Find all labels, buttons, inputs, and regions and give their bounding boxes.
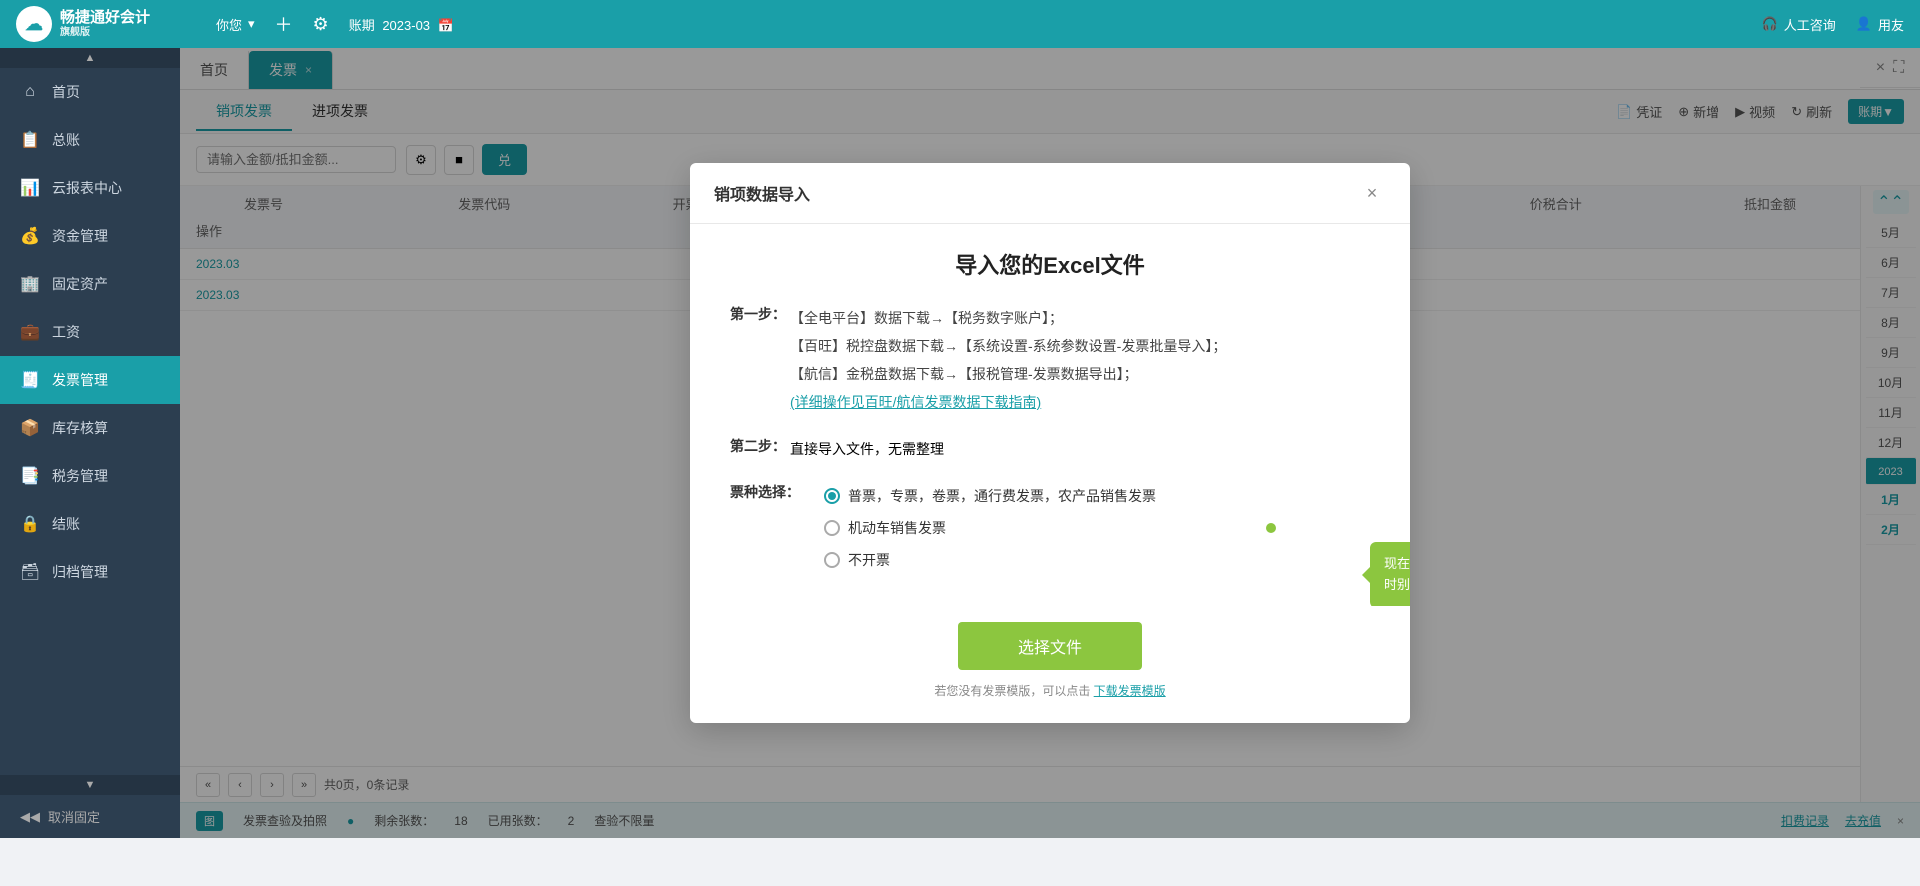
- radio-common[interactable]: 普票，专票，卷票，通行费发票，农产品销售发票: [824, 486, 1156, 506]
- sidebar: ▲ ⌂ 首页 📋 总账 📊 云报表中心 💰 资金管理 🏢 固定资产 💼 工资 🧾…: [0, 48, 180, 838]
- modal-overlay: 销项数据导入 × 导入您的Excel文件 第一步： 【全电平台】数据下载→【税务…: [180, 48, 1920, 838]
- invoices-icon: 🧾: [20, 370, 40, 390]
- closing-icon: 🔒: [20, 514, 40, 534]
- modal-footer: 选择文件 若您没有发票模版，可以点击 下载发票模版: [690, 606, 1410, 723]
- logo-icon: ☁: [16, 6, 52, 42]
- sidebar-label-assets: 固定资产: [52, 274, 108, 294]
- assets-icon: 🏢: [20, 274, 40, 294]
- sidebar-label-archive: 归档管理: [52, 562, 108, 582]
- tooltip-dot: [1266, 523, 1276, 533]
- sidebar-label-tax: 税务管理: [52, 466, 108, 486]
- ticket-select-label: 票种选择：: [730, 482, 800, 502]
- tooltip-arrow: [1362, 567, 1370, 583]
- sidebar-item-archive[interactable]: 🗃 归档管理: [0, 548, 180, 596]
- user-avatar-icon: 👤: [1856, 16, 1872, 32]
- radio-common-dot: [828, 492, 836, 500]
- logo-sub: 旗舰版: [60, 27, 150, 39]
- step1-block: 第一步： 【全电平台】数据下载→【税务数字账户】； 【百旺】税控盘数据下载→【系…: [730, 304, 1370, 416]
- unpin-icon: ◀◀: [20, 809, 40, 825]
- period-label: 账期: [349, 18, 375, 33]
- radio-none[interactable]: 不开票: [824, 550, 1156, 570]
- tax-icon: 📑: [20, 466, 40, 486]
- user-select[interactable]: 你您 ▾: [216, 15, 255, 34]
- top-bar-middle: 你您 ▾ ＋ ⚙ 账期 2023-03 📅: [196, 11, 1732, 37]
- import-modal: 销项数据导入 × 导入您的Excel文件 第一步： 【全电平台】数据下载→【税务…: [690, 163, 1410, 723]
- user-name: 你您: [216, 15, 242, 34]
- radio-motor-circle: [824, 520, 840, 536]
- period-value: 2023-03: [382, 18, 430, 33]
- home-icon: ⌂: [20, 83, 40, 101]
- download-template-link[interactable]: 下载发票模版: [1094, 684, 1166, 698]
- radio-group: 普票，专票，卷票，通行费发票，农产品销售发票 机动车销售发票 不开票: [804, 486, 1156, 570]
- add-icon[interactable]: ＋: [275, 11, 293, 37]
- settings-icon[interactable]: ⚙: [313, 14, 329, 35]
- step2-label: 第二步：: [730, 436, 786, 456]
- step1-line1: 【全电平台】数据下载→【税务数字账户】；: [790, 304, 1226, 332]
- ledger-icon: 📋: [20, 130, 40, 150]
- modal-close-btn[interactable]: ×: [1358, 179, 1386, 207]
- logo-main: 畅捷通好会计: [60, 9, 150, 27]
- user-button[interactable]: 👤 用友: [1856, 15, 1904, 34]
- download-template-area: 若您没有发票模版，可以点击 下载发票模版: [934, 682, 1165, 699]
- sidebar-item-tax[interactable]: 📑 税务管理: [0, 452, 180, 500]
- download-template-text: 若您没有发票模版，可以点击: [934, 684, 1090, 698]
- sidebar-scroll-down[interactable]: ▼: [0, 775, 180, 795]
- select-file-button[interactable]: 选择文件: [958, 622, 1142, 670]
- modal-title: 销项数据导入: [714, 181, 810, 205]
- funds-icon: 💰: [20, 226, 40, 246]
- sidebar-item-payroll[interactable]: 💼 工资: [0, 308, 180, 356]
- reports-icon: 📊: [20, 178, 40, 198]
- step2-content: 直接导入文件，无需整理: [790, 439, 944, 459]
- sidebar-label-home: 首页: [52, 82, 80, 102]
- step1-line3: 【航信】金税盘数据下载→【报税管理-发票数据导出】；: [790, 360, 1226, 388]
- top-bar-right: 🎧 人工咨询 👤 用友: [1732, 15, 1904, 34]
- user-label: 用友: [1878, 15, 1904, 34]
- step1-guide-link[interactable]: (详细操作见百旺/航信发票数据下载指南): [790, 388, 1226, 416]
- sidebar-scroll-up[interactable]: ▲: [0, 48, 180, 68]
- headset-icon: 🎧: [1762, 16, 1778, 32]
- radio-common-label: 普票，专票，卷票，通行费发票，农产品销售发票: [848, 486, 1156, 506]
- calendar-icon: 📅: [438, 18, 454, 33]
- sidebar-label-reports: 云报表中心: [52, 178, 122, 198]
- sidebar-item-assets[interactable]: 🏢 固定资产: [0, 260, 180, 308]
- sidebar-item-home[interactable]: ⌂ 首页: [0, 68, 180, 116]
- sidebar-item-closing[interactable]: 🔒 结账: [0, 500, 180, 548]
- step1-label: 第一步：: [730, 304, 786, 324]
- logo-text: 畅捷通好会计 旗舰版: [60, 9, 150, 39]
- ticket-select-block: 票种选择： 普票，专票，卷票，通行费发票，农产品销售发票 机动车销售发票: [730, 482, 1370, 570]
- sidebar-cancel-pin[interactable]: ◀◀ 取消固定: [0, 795, 180, 838]
- modal-header: 销项数据导入 ×: [690, 163, 1410, 224]
- sidebar-label-ledger: 总账: [52, 130, 80, 150]
- sidebar-label-inventory: 库存核算: [52, 418, 108, 438]
- step2-block: 第二步： 直接导入文件，无需整理: [730, 436, 1370, 462]
- radio-motor-label: 机动车销售发票: [848, 518, 946, 538]
- sidebar-label-closing: 结账: [52, 514, 80, 534]
- sidebar-item-reports[interactable]: 📊 云报表中心: [0, 164, 180, 212]
- radio-none-label: 不开票: [848, 550, 890, 570]
- modal-main-title: 导入您的Excel文件: [730, 248, 1370, 280]
- radio-common-circle: [824, 488, 840, 504]
- cancel-pin-label: 取消固定: [48, 807, 100, 826]
- sidebar-label-invoices: 发票管理: [52, 370, 108, 390]
- app-logo: ☁ 畅捷通好会计 旗舰版: [16, 6, 196, 42]
- step1-line2: 【百旺】税控盘数据下载→【系统设置-系统参数设置-发票批量导入】；: [790, 332, 1226, 360]
- period-display: 账期 2023-03 📅: [349, 15, 454, 34]
- sidebar-label-funds: 资金管理: [52, 226, 108, 246]
- sidebar-item-inventory[interactable]: 📦 库存核算: [0, 404, 180, 452]
- archive-icon: 🗃: [20, 562, 40, 582]
- payroll-icon: 💼: [20, 322, 40, 342]
- radio-motor[interactable]: 机动车销售发票: [824, 518, 1156, 538]
- radio-none-circle: [824, 552, 840, 568]
- support-button[interactable]: 🎧 人工咨询: [1762, 15, 1836, 34]
- sidebar-item-funds[interactable]: 💰 资金管理: [0, 212, 180, 260]
- top-bar: ☁ 畅捷通好会计 旗舰版 你您 ▾ ＋ ⚙ 账期 2023-03 📅 🎧 人工咨…: [0, 0, 1920, 48]
- dropdown-icon: ▾: [248, 16, 255, 32]
- tooltip-text: 现在支持的票种多了，导入发票时别忘了选择正确的发票类型呀!: [1384, 556, 1410, 592]
- sidebar-label-payroll: 工资: [52, 322, 80, 342]
- sidebar-item-ledger[interactable]: 📋 总账: [0, 116, 180, 164]
- sidebar-item-invoices[interactable]: 🧾 发票管理: [0, 356, 180, 404]
- support-label: 人工咨询: [1784, 15, 1836, 34]
- inventory-icon: 📦: [20, 418, 40, 438]
- modal-body: 导入您的Excel文件 第一步： 【全电平台】数据下载→【税务数字账户】； 【百…: [690, 224, 1410, 606]
